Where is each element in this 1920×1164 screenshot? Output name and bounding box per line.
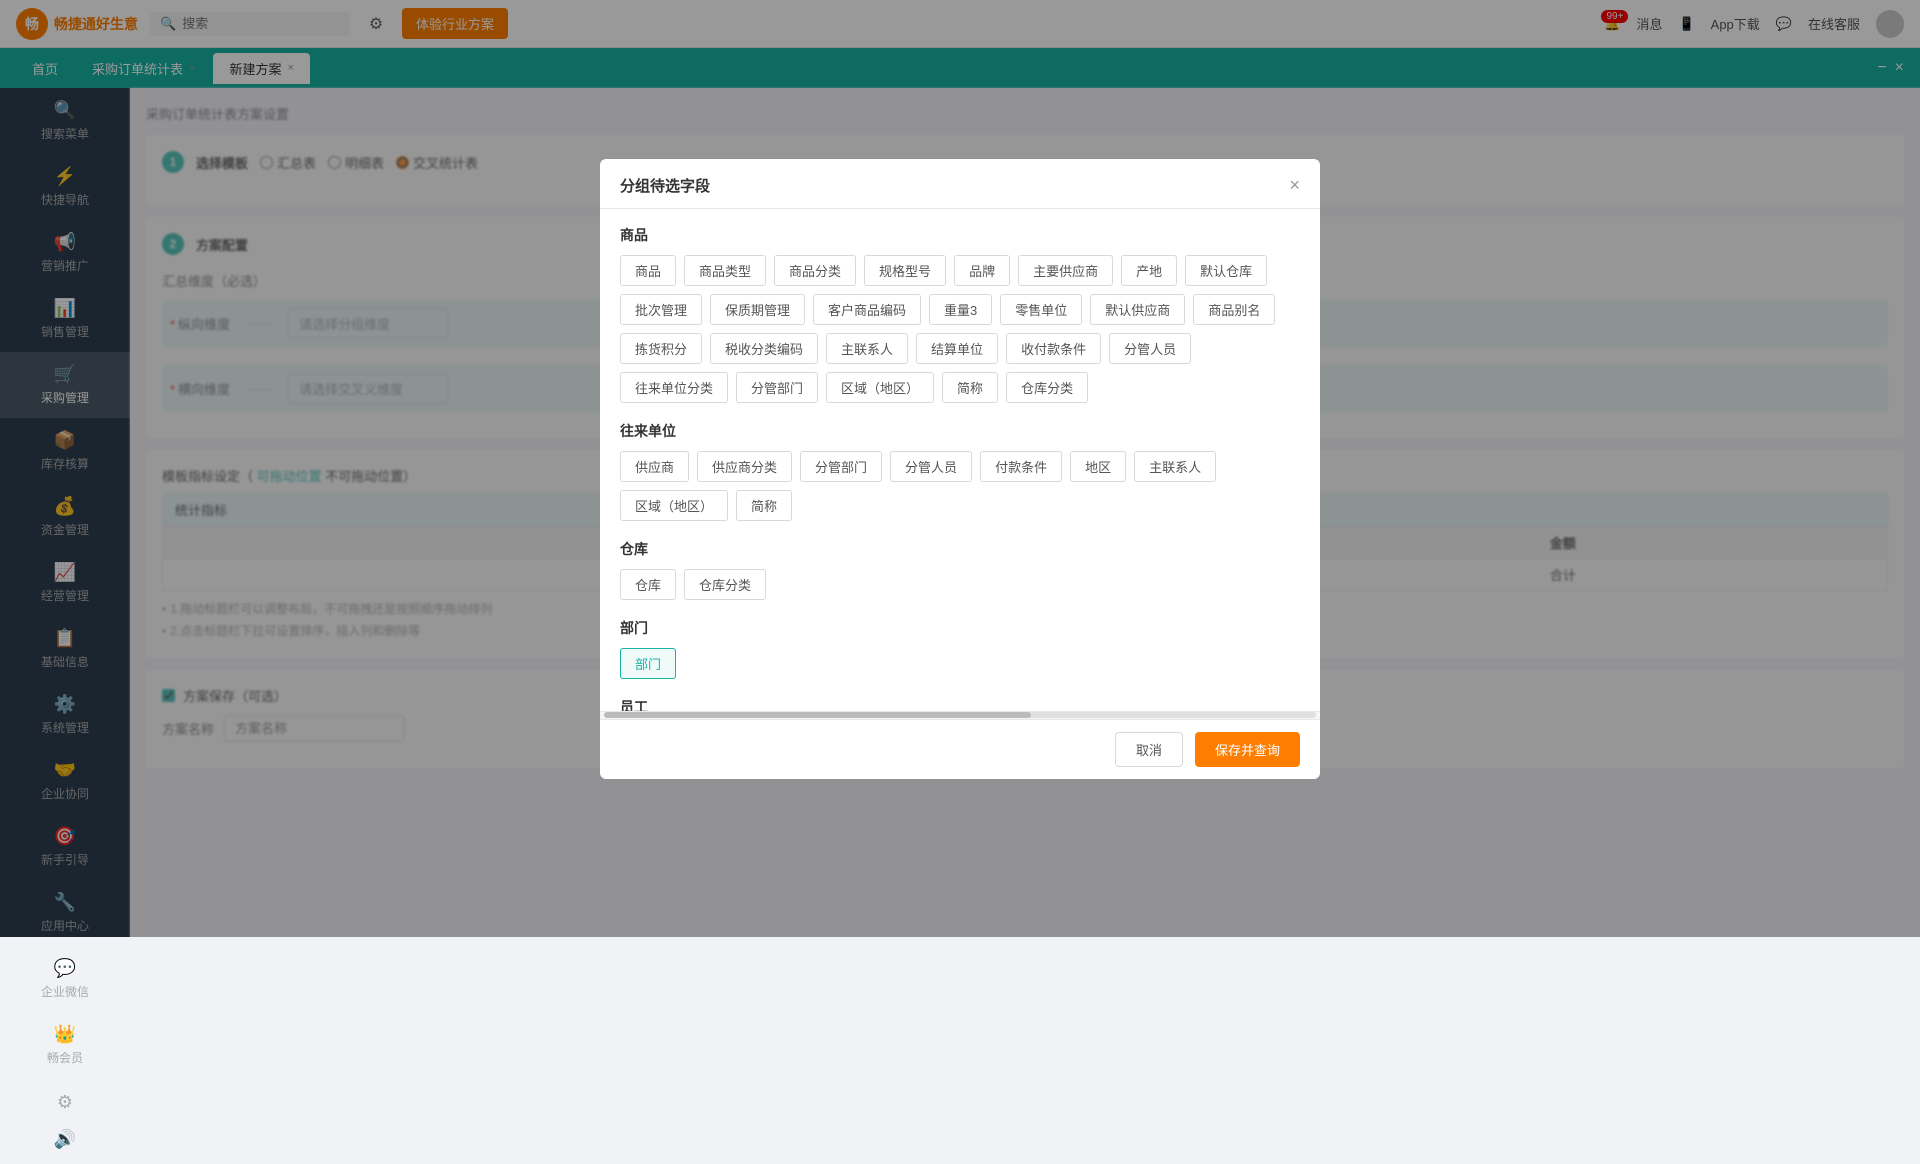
hscroll-thumb <box>604 712 1031 718</box>
tag-goods-type[interactable]: 商品类型 <box>684 255 766 286</box>
sidebar-settings-btn[interactable]: ⚙ <box>51 1086 79 1119</box>
tag-supplier[interactable]: 供应商 <box>620 451 689 482</box>
tag-partner-short-name[interactable]: 简称 <box>736 490 792 521</box>
sidebar-audio-btn[interactable]: 🔊 <box>48 1123 82 1156</box>
modal-cancel-button[interactable]: 取消 <box>1115 732 1183 767</box>
sidebar-bottom: ⚙ 🔊 <box>0 1078 130 1164</box>
sidebar-item-wechat[interactable]: 💬 企业微信 <box>0 946 130 1012</box>
sidebar-item-member-label: 畅会员 <box>47 1049 83 1066</box>
tag-payment-terms[interactable]: 收付款条件 <box>1006 333 1101 364</box>
tag-goods-alias[interactable]: 商品别名 <box>1193 294 1275 325</box>
tag-shelf-life[interactable]: 保质期管理 <box>710 294 805 325</box>
sidebar-item-member[interactable]: 👑 畅会员 <box>0 1012 130 1078</box>
tag-main-contact[interactable]: 主联系人 <box>826 333 908 364</box>
modal-title: 分组待选字段 <box>620 175 710 196</box>
modal-header: 分组待选字段 × <box>600 159 1320 209</box>
tag-main-supplier[interactable]: 主要供应商 <box>1018 255 1113 286</box>
tag-default-warehouse[interactable]: 默认仓库 <box>1185 255 1267 286</box>
tag-settlement-unit[interactable]: 结算单位 <box>916 333 998 364</box>
modal-horizontal-scrollbar[interactable] <box>600 711 1320 719</box>
tag-warehouse[interactable]: 仓库 <box>620 569 676 600</box>
sidebar-item-wechat-label: 企业微信 <box>41 983 89 1000</box>
tag-manager[interactable]: 分管人员 <box>1109 333 1191 364</box>
field-group-warehouse-title: 仓库 <box>620 539 1300 559</box>
tag-area[interactable]: 地区 <box>1070 451 1126 482</box>
field-group-department: 部门 部门 <box>620 618 1300 679</box>
field-tags-department: 部门 <box>620 648 1300 679</box>
tag-partner-dept[interactable]: 分管部门 <box>800 451 882 482</box>
field-group-staff: 员工 业务员 <box>620 697 1300 711</box>
tag-warehouse-cat[interactable]: 仓库分类 <box>1006 372 1088 403</box>
modal-body[interactable]: 商品 商品 商品类型 商品分类 规格型号 品牌 主要供应商 产地 默认仓库 批次… <box>600 209 1320 711</box>
field-group-warehouse: 仓库 仓库 仓库分类 <box>620 539 1300 600</box>
tag-short-name[interactable]: 简称 <box>942 372 998 403</box>
tag-supplier-cat[interactable]: 供应商分类 <box>697 451 792 482</box>
field-group-goods-title: 商品 <box>620 225 1300 245</box>
field-tags-goods: 商品 商品类型 商品分类 规格型号 品牌 主要供应商 产地 默认仓库 批次管理 … <box>620 255 1300 403</box>
tag-partner-manager[interactable]: 分管人员 <box>890 451 972 482</box>
tag-brand[interactable]: 品牌 <box>954 255 1010 286</box>
modal-footer: 取消 保存并查询 <box>600 719 1320 779</box>
tag-origin[interactable]: 产地 <box>1121 255 1177 286</box>
field-group-goods: 商品 商品 商品类型 商品分类 规格型号 品牌 主要供应商 产地 默认仓库 批次… <box>620 225 1300 403</box>
field-group-department-title: 部门 <box>620 618 1300 638</box>
tag-batch-mgmt[interactable]: 批次管理 <box>620 294 702 325</box>
modal-save-button[interactable]: 保存并查询 <box>1195 732 1300 767</box>
tag-pay-terms[interactable]: 付款条件 <box>980 451 1062 482</box>
tag-customer-goods-code[interactable]: 客户商品编码 <box>813 294 921 325</box>
tag-goods[interactable]: 商品 <box>620 255 676 286</box>
field-tags-warehouse: 仓库 仓库分类 <box>620 569 1300 600</box>
tag-dept[interactable]: 分管部门 <box>736 372 818 403</box>
tag-department[interactable]: 部门 <box>620 648 676 679</box>
tag-warehouse-category[interactable]: 仓库分类 <box>684 569 766 600</box>
modal-overlay: 分组待选字段 × 商品 商品 商品类型 商品分类 规格型号 品牌 主要供应商 产… <box>0 0 1920 937</box>
tag-default-supplier[interactable]: 默认供应商 <box>1090 294 1185 325</box>
hscroll-track <box>604 712 1316 718</box>
tag-goods-category[interactable]: 商品分类 <box>774 255 856 286</box>
modal-close-button[interactable]: × <box>1289 175 1300 196</box>
tag-partner-category[interactable]: 往来单位分类 <box>620 372 728 403</box>
member-icon: 👑 <box>54 1024 76 1045</box>
tag-spec-model[interactable]: 规格型号 <box>864 255 946 286</box>
tag-partner-region[interactable]: 区域（地区） <box>620 490 728 521</box>
field-group-staff-title: 员工 <box>620 697 1300 711</box>
tag-partner-contact[interactable]: 主联系人 <box>1134 451 1216 482</box>
field-group-partner-title: 往来单位 <box>620 421 1300 441</box>
field-select-modal: 分组待选字段 × 商品 商品 商品类型 商品分类 规格型号 品牌 主要供应商 产… <box>600 159 1320 779</box>
field-tags-partner: 供应商 供应商分类 分管部门 分管人员 付款条件 地区 主联系人 区域（地区） … <box>620 451 1300 521</box>
tag-pick-score[interactable]: 拣货积分 <box>620 333 702 364</box>
tag-tax-code[interactable]: 税收分类编码 <box>710 333 818 364</box>
wechat-icon: 💬 <box>54 958 76 979</box>
tag-weight[interactable]: 重量3 <box>929 294 992 325</box>
tag-retail-unit[interactable]: 零售单位 <box>1000 294 1082 325</box>
field-group-partner: 往来单位 供应商 供应商分类 分管部门 分管人员 付款条件 地区 主联系人 区域… <box>620 421 1300 521</box>
tag-region[interactable]: 区域（地区） <box>826 372 934 403</box>
